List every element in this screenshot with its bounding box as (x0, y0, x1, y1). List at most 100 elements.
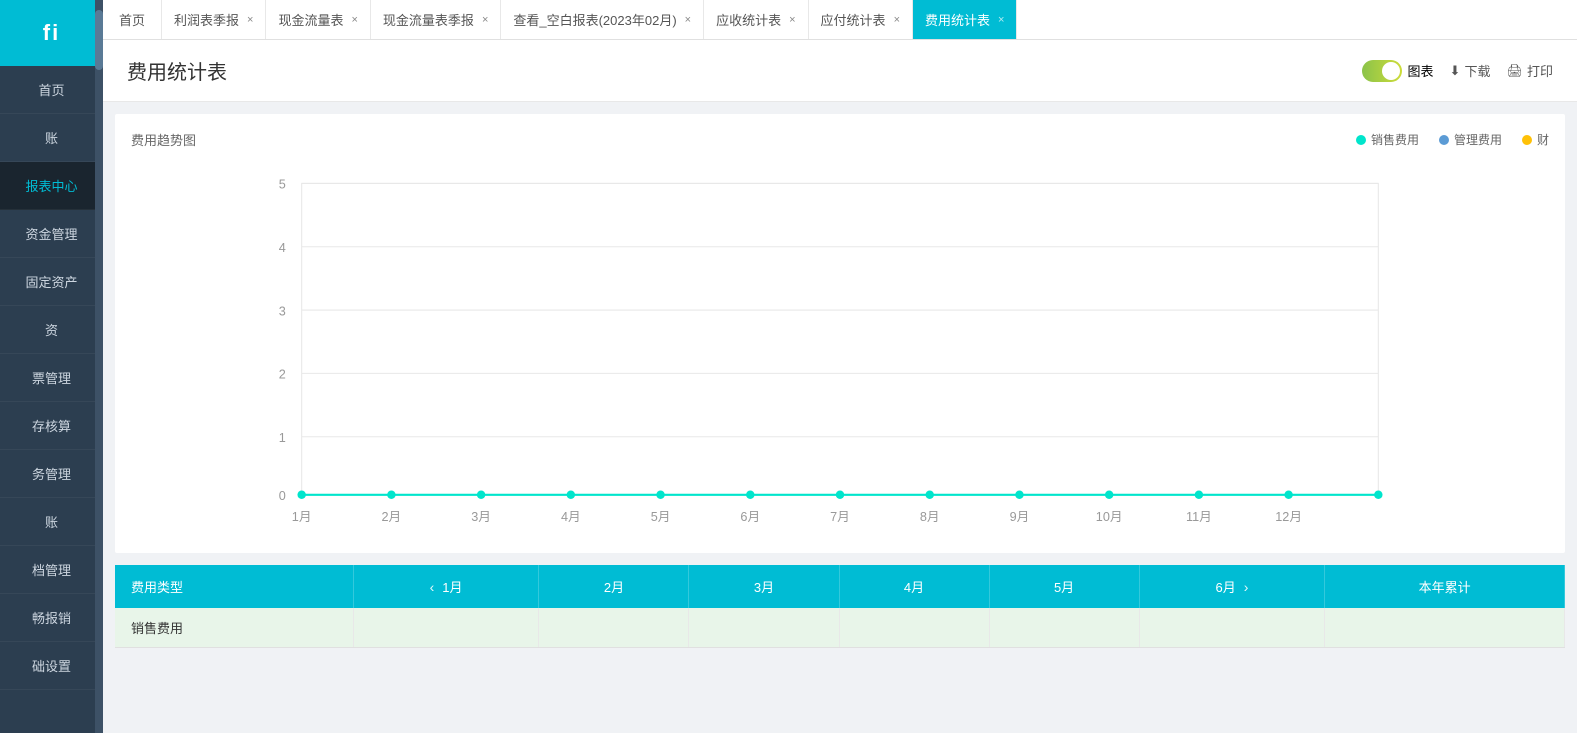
table-section: 费用类型 ‹ 1月 2月 3月 4月 5月 (115, 565, 1565, 648)
sidebar-item-home[interactable]: 首页 (0, 66, 103, 114)
tab-home[interactable]: 首页 (103, 0, 162, 39)
svg-text:0: 0 (279, 489, 286, 503)
page-header: 费用统计表 图表 ⬇ 下载 🖨 打印 (103, 40, 1577, 102)
chart-toggle-wrap: 图表 (1362, 60, 1434, 82)
col-prev: ‹ 1月 (353, 565, 539, 608)
cell-sales-m1 (353, 608, 539, 648)
trend-chart: 5 4 3 2 1 0 (131, 157, 1549, 537)
tab-profit-quarterly[interactable]: 利润表季报 × (162, 0, 266, 39)
col-month-3: 3月 (689, 565, 839, 608)
sidebar-item-fund[interactable]: 资金管理 (0, 210, 103, 258)
svg-text:3: 3 (279, 304, 286, 318)
tab-close-receivable[interactable]: × (789, 14, 795, 26)
cell-sales-m3 (689, 608, 839, 648)
tab-close-cashflow-quarterly[interactable]: × (482, 14, 488, 26)
download-button[interactable]: ⬇ 下载 (1450, 61, 1491, 80)
svg-text:12月: 12月 (1275, 510, 1302, 524)
table-header-row: 费用类型 ‹ 1月 2月 3月 4月 5月 (115, 565, 1565, 608)
sidebar-item-account[interactable]: 账 (0, 114, 103, 162)
sidebar-item-resource[interactable]: 资 (0, 306, 103, 354)
sidebar: fi 首页 账 报表中心 资金管理 固定资产 资 票管理 存核算 务管理 账 档… (0, 0, 103, 733)
sidebar-item-archive[interactable]: 档管理 (0, 546, 103, 594)
cell-type-sales: 销售费用 (115, 608, 353, 648)
col-month-2: 2月 (539, 565, 689, 608)
tab-cashflow-quarterly[interactable]: 现金流量表季报 × (371, 0, 501, 39)
cell-sales-m2 (539, 608, 689, 648)
legend-label-admin: 管理费用 (1454, 131, 1502, 148)
col-month-6: 6月 › (1139, 565, 1325, 608)
print-button[interactable]: 🖨 打印 (1506, 61, 1553, 80)
tab-close-blank-report[interactable]: × (685, 14, 691, 26)
svg-text:1: 1 (279, 431, 286, 445)
col-ytd: 本年累计 (1325, 565, 1565, 608)
svg-text:4: 4 (279, 241, 286, 255)
sidebar-item-expense[interactable]: 畅报销 (0, 594, 103, 642)
prev-month-arrow[interactable]: ‹ (430, 579, 435, 595)
chart-title: 费用趋势图 (131, 130, 196, 149)
header-actions: 图表 ⬇ 下载 🖨 打印 (1362, 60, 1553, 82)
sidebar-item-reports[interactable]: 报表中心 (0, 162, 103, 210)
sidebar-scroll-thumb[interactable] (95, 10, 103, 70)
sidebar-scrollbar[interactable] (95, 0, 103, 733)
sidebar-item-settings[interactable]: 础设置 (0, 642, 103, 690)
cell-sales-m4 (839, 608, 989, 648)
svg-text:3月: 3月 (471, 510, 491, 524)
svg-text:2月: 2月 (382, 510, 402, 524)
sidebar-item-inventory[interactable]: 存核算 (0, 402, 103, 450)
svg-text:7月: 7月 (830, 510, 850, 524)
toggle-thumb (1382, 62, 1400, 80)
sidebar-item-invoice[interactable]: 票管理 (0, 354, 103, 402)
svg-text:2: 2 (279, 368, 286, 382)
table-row-sales: 销售费用 (115, 608, 1565, 648)
col-month-4: 4月 (839, 565, 989, 608)
download-icon: ⬇ (1450, 63, 1461, 79)
tab-bar: 首页 利润表季报 × 现金流量表 × 现金流量表季报 × 查看_空白报表(202… (103, 0, 1577, 40)
chart-toggle-label: 图表 (1408, 61, 1434, 80)
col-expense-type: 费用类型 (115, 565, 353, 608)
svg-text:9月: 9月 (1010, 510, 1030, 524)
page-title: 费用统计表 (127, 56, 227, 85)
cell-sales-m6 (1139, 608, 1325, 648)
legend-sales: 销售费用 (1356, 131, 1419, 148)
legend-label-finance: 财 (1537, 131, 1549, 148)
chart-legend: 销售费用 管理费用 财 (1356, 131, 1549, 148)
svg-text:11月: 11月 (1186, 510, 1212, 524)
tab-payable[interactable]: 应付统计表 × (809, 0, 913, 39)
sidebar-logo: fi (0, 0, 103, 66)
legend-dot-admin (1439, 135, 1449, 145)
cell-sales-m5 (989, 608, 1139, 648)
legend-admin: 管理费用 (1439, 131, 1502, 148)
tab-close-payable[interactable]: × (894, 14, 900, 26)
tab-close-profit-quarterly[interactable]: × (247, 14, 253, 26)
legend-finance: 财 (1522, 131, 1549, 148)
svg-text:8月: 8月 (920, 510, 940, 524)
svg-text:4月: 4月 (561, 510, 581, 524)
svg-text:6月: 6月 (740, 510, 760, 524)
chart-container: 5 4 3 2 1 0 (131, 157, 1549, 537)
main-area: 首页 利润表季报 × 现金流量表 × 现金流量表季报 × 查看_空白报表(202… (103, 0, 1577, 733)
svg-text:10月: 10月 (1096, 510, 1123, 524)
tab-expense-stats[interactable]: 费用统计表 × (913, 0, 1017, 39)
next-month-arrow[interactable]: › (1244, 579, 1249, 595)
content-area: 费用统计表 图表 ⬇ 下载 🖨 打印 (103, 40, 1577, 733)
chart-toggle[interactable] (1362, 60, 1402, 82)
sidebar-item-ledger[interactable]: 账 (0, 498, 103, 546)
svg-text:5月: 5月 (651, 510, 671, 524)
print-icon: 🖨 (1506, 63, 1523, 79)
tab-cashflow[interactable]: 现金流量表 × (266, 0, 370, 39)
col-month-5: 5月 (989, 565, 1139, 608)
legend-dot-sales (1356, 135, 1366, 145)
expense-table: 费用类型 ‹ 1月 2月 3月 4月 5月 (115, 565, 1565, 648)
chart-section: 费用趋势图 销售费用 管理费用 财 (115, 114, 1565, 553)
tab-blank-report[interactable]: 查看_空白报表(2023年02月) × (501, 0, 704, 39)
tab-close-cashflow[interactable]: × (351, 14, 357, 26)
cell-sales-ytd (1325, 608, 1565, 648)
legend-label-sales: 销售费用 (1371, 131, 1419, 148)
sidebar-item-service[interactable]: 务管理 (0, 450, 103, 498)
legend-dot-finance (1522, 135, 1532, 145)
tab-receivable[interactable]: 应收统计表 × (704, 0, 808, 39)
svg-text:1月: 1月 (292, 510, 312, 524)
sidebar-item-assets[interactable]: 固定资产 (0, 258, 103, 306)
tab-close-expense-stats[interactable]: × (998, 14, 1004, 26)
svg-text:5: 5 (279, 178, 286, 192)
